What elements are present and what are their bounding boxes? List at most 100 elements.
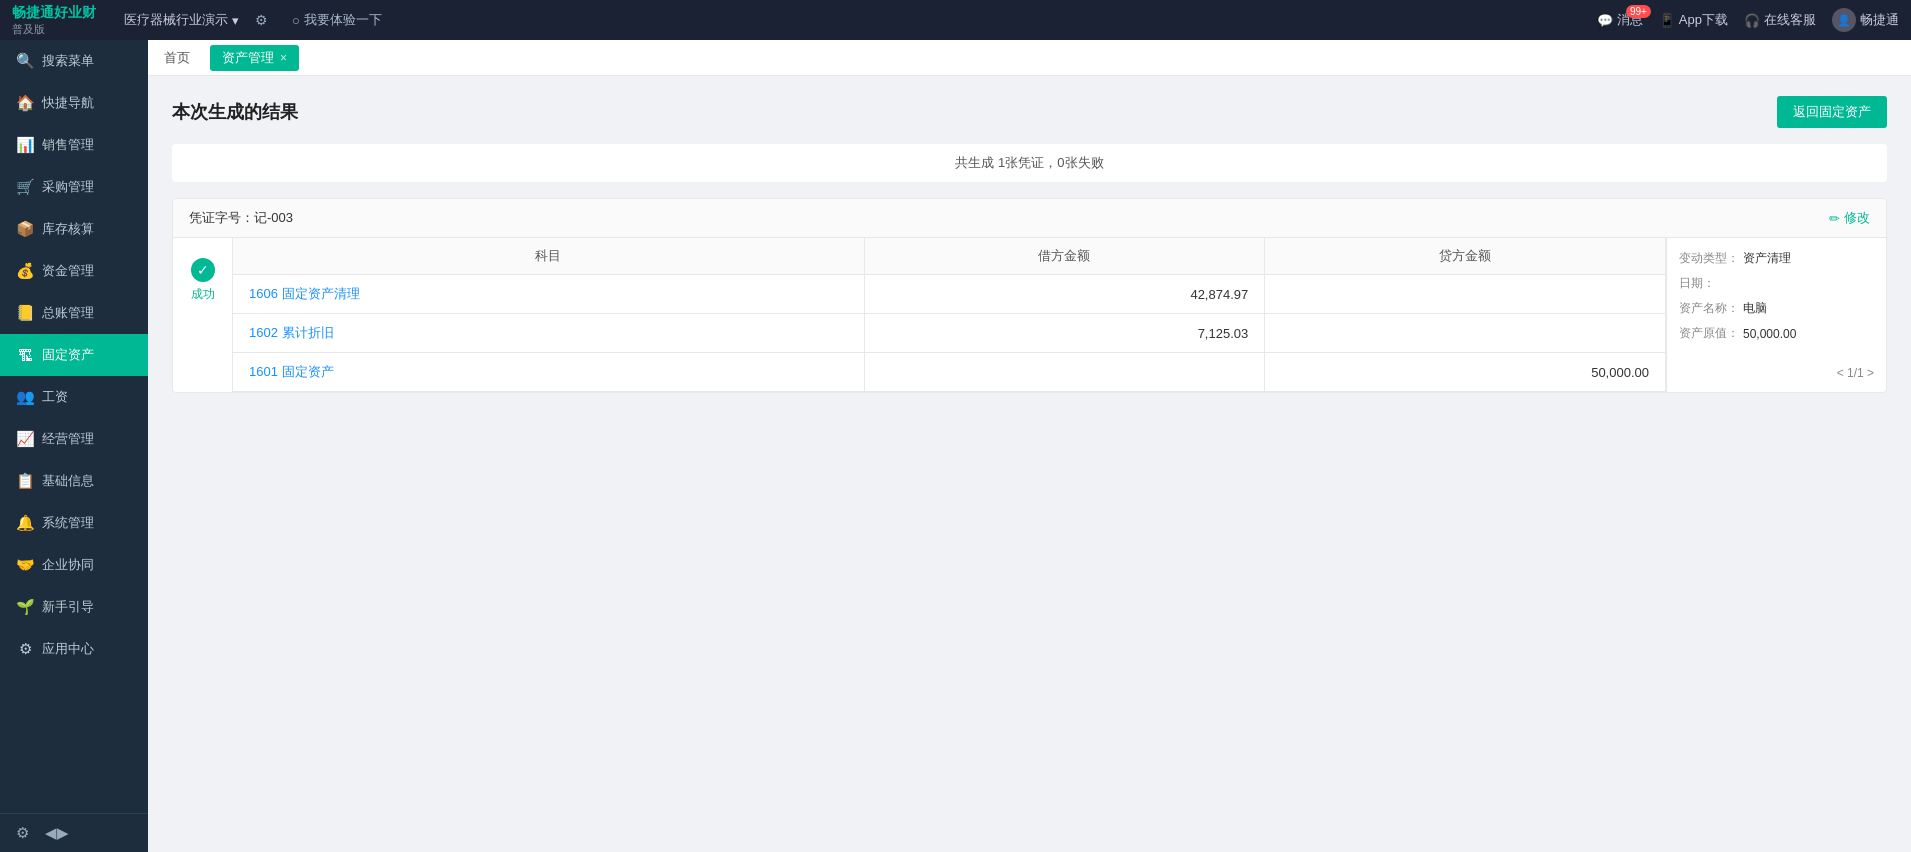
online-service-button[interactable]: 🎧 在线客服 [1744, 11, 1816, 29]
credit-cell-2 [1265, 314, 1666, 353]
sidebar: 🔍 搜索菜单 🏠 快捷导航 📊 销售管理 🛒 采购管理 📦 库存核算 💰 资金管… [0, 40, 148, 852]
change-type-row: 变动类型： 资产清理 [1679, 250, 1874, 267]
sidebar-item-label: 库存核算 [42, 220, 94, 238]
dropdown-icon: ▾ [232, 13, 239, 28]
sidebar-item-fixed-assets[interactable]: 🏗 固定资产 [0, 334, 148, 376]
search-icon: 🔍 [16, 52, 34, 70]
sidebar-item-payroll[interactable]: 👥 工资 [0, 376, 148, 418]
sidebar-item-quick-nav[interactable]: 🏠 快捷导航 [0, 82, 148, 124]
asset-name-row: 资产名称： 电脑 [1679, 300, 1874, 317]
sidebar-item-label: 系统管理 [42, 514, 94, 532]
sidebar-item-guide[interactable]: 🌱 新手引导 [0, 586, 148, 628]
sidebar-item-finance[interactable]: 💰 资金管理 [0, 250, 148, 292]
book-icon: 📒 [16, 304, 34, 322]
success-circle-icon: ✓ [191, 258, 215, 282]
sidebar-item-app-center[interactable]: ⚙ 应用中心 [0, 628, 148, 670]
table-row: 1606 固定资产清理 42,874.97 [233, 275, 1666, 314]
sidebar-item-label: 固定资产 [42, 346, 94, 364]
panel-pagination[interactable]: < 1/1 > [1679, 366, 1874, 380]
sidebar-item-enterprise[interactable]: 🤝 企业协同 [0, 544, 148, 586]
date-row: 日期： [1679, 275, 1874, 292]
success-label: 成功 [191, 286, 215, 303]
col-subject: 科目 [233, 238, 864, 275]
sidebar-item-label: 工资 [42, 388, 68, 406]
subject-cell-3: 1601 固定资产 [233, 353, 864, 392]
sprout-icon: 🌱 [16, 598, 34, 616]
sidebar-item-sales[interactable]: 📊 销售管理 [0, 124, 148, 166]
gear-icon: ⚙ [16, 640, 34, 658]
col-debit: 借方金额 [864, 238, 1265, 275]
sidebar-item-ledger[interactable]: 📒 总账管理 [0, 292, 148, 334]
page-title: 本次生成的结果 [172, 100, 298, 124]
app-download-button[interactable]: 📱 App下载 [1659, 11, 1728, 29]
assets-icon: 🏗 [16, 347, 34, 364]
settings-bottom-icon[interactable]: ⚙ [16, 824, 29, 842]
feedback-button[interactable]: ○ 我要体验一下 [292, 11, 382, 29]
company-selector[interactable]: 医疗器械行业演示 ▾ [124, 11, 239, 29]
tab-bar: 首页 资产管理 × [148, 40, 1911, 76]
debit-cell-3 [864, 353, 1265, 392]
voucher-number: 凭证字号：记-003 [189, 209, 293, 227]
asset-name-label: 资产名称： [1679, 300, 1739, 317]
tab-home[interactable]: 首页 [164, 49, 202, 67]
sidebar-item-operations[interactable]: 📈 经营管理 [0, 418, 148, 460]
chart-icon: 📊 [16, 136, 34, 154]
people-icon: 👥 [16, 388, 34, 406]
col-credit: 贷方金额 [1265, 238, 1666, 275]
messages-button[interactable]: 💬 消息 99+ [1597, 11, 1643, 29]
bell-icon: 🔔 [16, 514, 34, 532]
tab-asset-management[interactable]: 资产管理 × [210, 45, 299, 71]
debit-cell-2: 7,125.03 [864, 314, 1265, 353]
edit-icon: ✏ [1829, 211, 1840, 226]
topbar: 畅捷通好业财 普及版 医疗器械行业演示 ▾ ⚙ ○ 我要体验一下 💬 消息 99… [0, 0, 1911, 40]
table-row: 1602 累计折旧 7,125.03 [233, 314, 1666, 353]
cart-icon: 🛒 [16, 178, 34, 196]
sidebar-item-label: 快捷导航 [42, 94, 94, 112]
sidebar-item-label: 搜索菜单 [42, 52, 94, 70]
user-profile[interactable]: 👤 畅捷通 [1832, 8, 1899, 32]
success-indicator: ✓ 成功 [191, 258, 215, 303]
content-area: 首页 资产管理 × 本次生成的结果 返回固定资产 共生成 1张凭证，0张失败 凭… [148, 40, 1911, 852]
collapse-icon[interactable]: ◀▶ [45, 824, 69, 842]
original-value-label: 资产原值： [1679, 325, 1739, 342]
credit-cell-3: 50,000.00 [1265, 353, 1666, 392]
original-value-row: 资产原值： 50,000.00 [1679, 325, 1874, 342]
sidebar-item-inventory[interactable]: 📦 库存核算 [0, 208, 148, 250]
page-header: 本次生成的结果 返回固定资产 [172, 96, 1887, 128]
edit-button[interactable]: ✏ 修改 [1829, 209, 1870, 227]
sidebar-item-label: 资金管理 [42, 262, 94, 280]
original-value-value: 50,000.00 [1743, 327, 1796, 341]
sidebar-item-basic-info[interactable]: 📋 基础信息 [0, 460, 148, 502]
topbar-right: 💬 消息 99+ 📱 App下载 🎧 在线客服 👤 畅捷通 [1597, 8, 1899, 32]
topbar-left: 畅捷通好业财 普及版 医疗器械行业演示 ▾ ⚙ ○ 我要体验一下 [12, 4, 382, 37]
change-type-value: 资产清理 [1743, 250, 1791, 267]
message-icon: 💬 [1597, 13, 1613, 28]
service-icon: 🎧 [1744, 13, 1760, 28]
app-icon: 📱 [1659, 13, 1675, 28]
logo: 畅捷通好业财 普及版 [12, 4, 96, 37]
home-icon: 🏠 [16, 94, 34, 112]
table-row: 1601 固定资产 50,000.00 [233, 353, 1666, 392]
sidebar-item-system[interactable]: 🔔 系统管理 [0, 502, 148, 544]
avatar: 👤 [1832, 8, 1856, 32]
summary-text: 共生成 1张凭证，0张失败 [955, 155, 1103, 170]
tab-close-button[interactable]: × [280, 51, 287, 65]
list-icon: 📋 [16, 472, 34, 490]
sidebar-item-label: 企业协同 [42, 556, 94, 574]
handshake-icon: 🤝 [16, 556, 34, 574]
credit-cell-1 [1265, 275, 1666, 314]
change-type-label: 变动类型： [1679, 250, 1739, 267]
subject-cell-2: 1602 累计折旧 [233, 314, 864, 353]
sidebar-bottom: ⚙ ◀▶ [0, 813, 148, 852]
voucher-body: ✓ 成功 科目 借方金额 贷方金额 [173, 238, 1886, 392]
date-label: 日期： [1679, 275, 1715, 292]
return-button[interactable]: 返回固定资产 [1777, 96, 1887, 128]
voucher-right-panel: 变动类型： 资产清理 日期： 资产名称： 电脑 资产原值： [1666, 238, 1886, 392]
settings-icon[interactable]: ⚙ [255, 12, 268, 28]
sidebar-item-label: 经营管理 [42, 430, 94, 448]
sidebar-item-label: 销售管理 [42, 136, 94, 154]
sidebar-item-purchase[interactable]: 🛒 采购管理 [0, 166, 148, 208]
asset-name-value: 电脑 [1743, 300, 1767, 317]
sidebar-item-search[interactable]: 🔍 搜索菜单 [0, 40, 148, 82]
voucher-card: 凭证字号：记-003 ✏ 修改 ✓ 成功 [172, 198, 1887, 393]
